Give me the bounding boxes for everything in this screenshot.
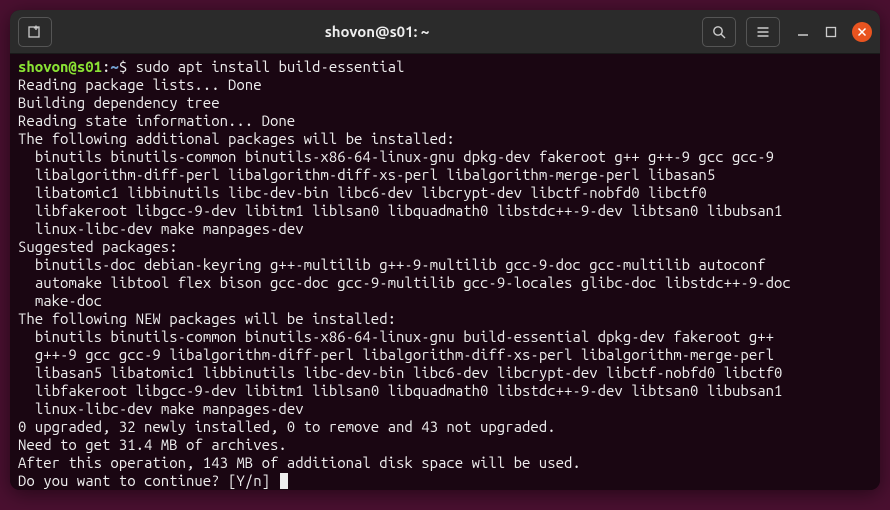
prompt-path: ~ xyxy=(110,58,118,75)
terminal-window: shovon@s01: ~ shovon@s01:~$ sudo apt xyxy=(10,10,880,490)
output-line: 0 upgraded, 32 newly installed, 0 to rem… xyxy=(18,418,556,435)
output-line: linux-libc-dev make manpages-dev xyxy=(18,220,304,237)
prompt-continue: Do you want to continue? [Y/n] xyxy=(18,472,278,489)
new-tab-icon xyxy=(27,24,43,40)
output-line: libasan5 libatomic1 libbinutils libc-dev… xyxy=(18,364,782,381)
output-line: Suggested packages: xyxy=(18,238,178,255)
titlebar: shovon@s01: ~ xyxy=(10,10,880,54)
prompt-user: shovon xyxy=(18,58,68,75)
output-line: binutils binutils-common binutils-x86-64… xyxy=(18,328,774,345)
maximize-icon xyxy=(825,26,837,38)
new-tab-button[interactable] xyxy=(18,17,52,47)
output-line: libfakeroot libgcc-9-dev libitm1 liblsan… xyxy=(18,382,782,399)
menu-button[interactable] xyxy=(746,17,780,47)
search-button[interactable] xyxy=(702,17,736,47)
output-line: linux-libc-dev make manpages-dev xyxy=(18,400,304,417)
command-text: sudo apt install build-essential xyxy=(136,58,405,75)
output-line: After this operation, 143 MB of addition… xyxy=(18,454,581,471)
output-line: Reading package lists... Done xyxy=(18,76,262,93)
output-line: The following additional packages will b… xyxy=(18,130,455,147)
output-line: automake libtool flex bison gcc-doc gcc-… xyxy=(18,274,791,291)
output-line: The following NEW packages will be insta… xyxy=(18,310,396,327)
output-line: libalgorithm-diff-perl libalgorithm-diff… xyxy=(18,166,715,183)
close-button[interactable] xyxy=(852,22,872,42)
cursor xyxy=(280,473,288,489)
output-line: make-doc xyxy=(18,292,102,309)
minimize-button[interactable] xyxy=(796,25,810,39)
titlebar-right xyxy=(702,17,872,47)
output-line: g++-9 gcc gcc-9 libalgorithm-diff-perl l… xyxy=(18,346,774,363)
close-icon xyxy=(857,27,867,37)
prompt-dollar: $ xyxy=(119,58,136,75)
prompt-at: @ xyxy=(68,58,76,75)
window-title: shovon@s01: ~ xyxy=(52,23,702,40)
maximize-button[interactable] xyxy=(824,25,838,39)
output-line: Building dependency tree xyxy=(18,94,220,111)
output-line: binutils binutils-common binutils-x86-64… xyxy=(18,148,774,165)
terminal-body[interactable]: shovon@s01:~$ sudo apt install build-ess… xyxy=(10,54,880,490)
prompt-host: s01 xyxy=(77,58,102,75)
output-line: libatomic1 libbinutils libc-dev-bin libc… xyxy=(18,184,707,201)
search-icon xyxy=(711,24,727,40)
window-controls xyxy=(796,22,872,42)
output-line: libfakeroot libgcc-9-dev libitm1 liblsan… xyxy=(18,202,782,219)
minimize-icon xyxy=(797,26,809,38)
output-line: Need to get 31.4 MB of archives. xyxy=(18,436,287,453)
output-line: Reading state information... Done xyxy=(18,112,295,129)
output-line: binutils-doc debian-keyring g++-multilib… xyxy=(18,256,766,273)
titlebar-left xyxy=(18,17,52,47)
hamburger-icon xyxy=(755,24,771,40)
